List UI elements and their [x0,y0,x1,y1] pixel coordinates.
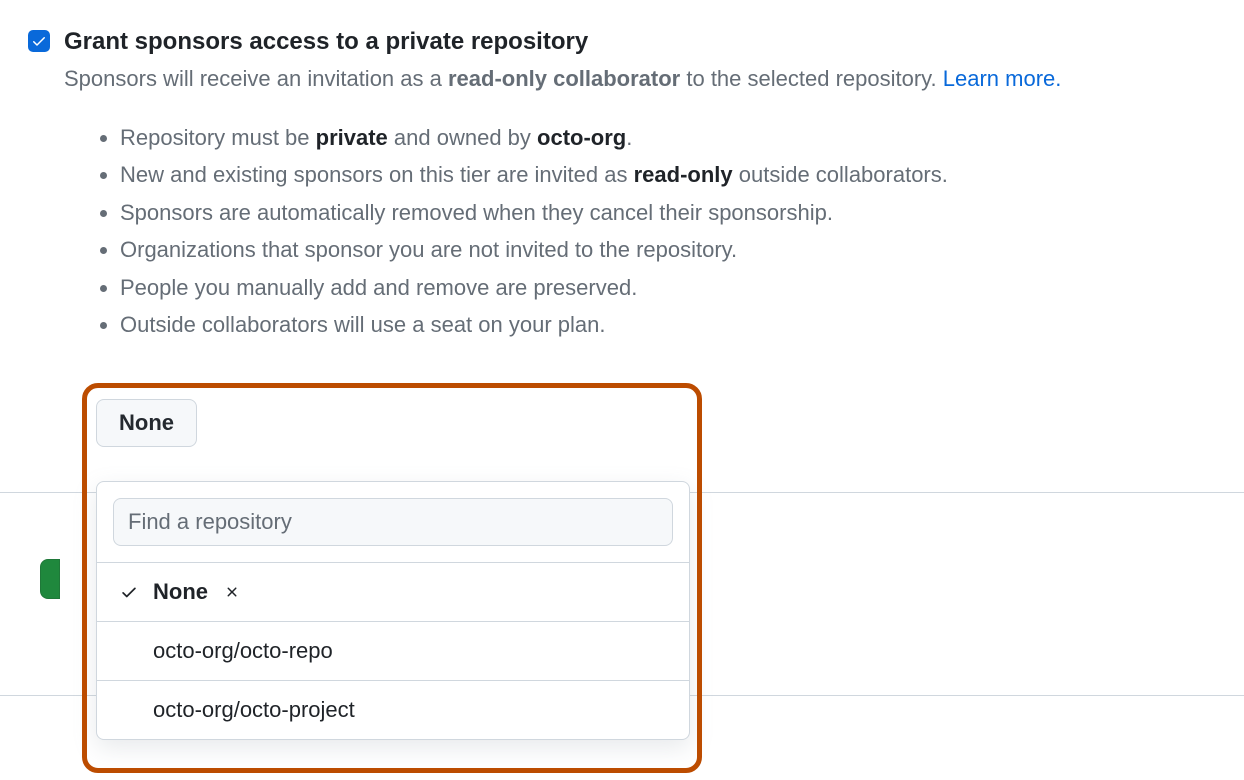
list-item: New and existing sponsors on this tier a… [120,156,1216,193]
grant-access-checkbox[interactable] [28,30,50,52]
desc-text-2: to the selected repository. [680,66,943,91]
list-item: Repository must be private and owned by … [120,119,1216,156]
dropdown-item-label: octo-org/octo-project [153,697,355,723]
list-item: Sponsors are automatically removed when … [120,194,1216,231]
list-item: Organizations that sponsor you are not i… [120,231,1216,268]
desc-text: Sponsors will receive an invitation as a [64,66,448,91]
list-item: People you manually add and remove are p… [120,269,1216,306]
list-item: Outside collaborators will use a seat on… [120,306,1216,343]
repository-search-input[interactable] [113,498,673,546]
dropdown-item-repo[interactable]: octo-org/octo-repo [97,621,689,680]
learn-more-link[interactable]: Learn more. [943,66,1062,91]
close-icon[interactable] [224,584,240,600]
section-title: Grant sponsors access to a private repos… [64,26,1216,57]
repository-dropdown: None octo-org/octo-repo octo-org/octo-pr… [96,481,690,740]
dropdown-item-repo[interactable]: octo-org/octo-project [97,680,689,739]
requirements-list: Repository must be private and owned by … [64,119,1216,343]
dropdown-item-none[interactable]: None [97,562,689,621]
section-description: Sponsors will receive an invitation as a… [64,63,1216,95]
check-icon [31,33,47,49]
check-icon [120,583,138,601]
partial-button-edge [40,559,60,599]
dropdown-item-label: octo-org/octo-repo [153,638,333,664]
repository-select-button[interactable]: None [96,399,197,447]
desc-strong: read-only collaborator [448,66,680,91]
dropdown-item-label: None [153,579,208,605]
